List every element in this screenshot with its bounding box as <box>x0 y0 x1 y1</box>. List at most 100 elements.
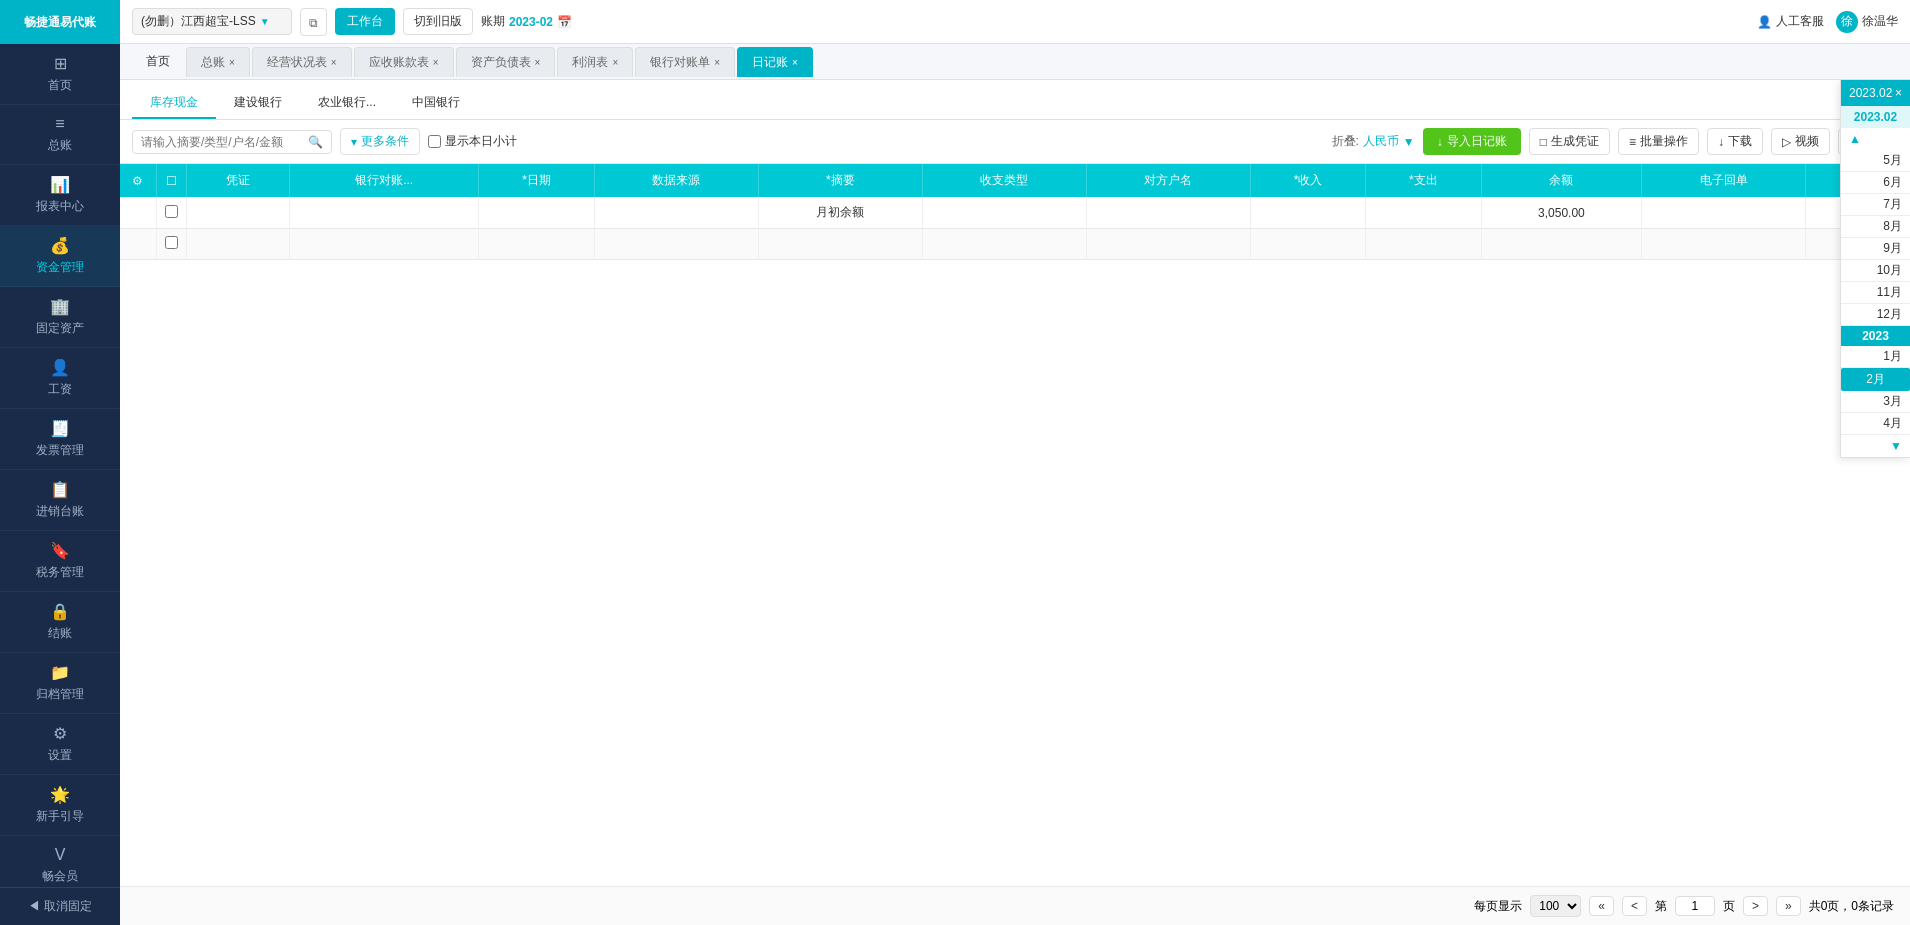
month-6[interactable]: 6月 <box>1841 172 1910 194</box>
sidebar-item-salary[interactable]: 👤工资 <box>0 348 120 409</box>
import-journal-button[interactable]: ↓ 导入日记账 <box>1423 128 1521 155</box>
next-page-button[interactable]: > <box>1743 896 1768 916</box>
fold-dropdown-icon: ▼ <box>1403 135 1415 149</box>
month-10[interactable]: 10月 <box>1841 260 1910 282</box>
show-day-input[interactable] <box>428 135 441 148</box>
sidebar-footer[interactable]: ◀ 取消固定 <box>0 887 120 925</box>
month-11[interactable]: 11月 <box>1841 282 1910 304</box>
col-voucher: 凭证 <box>186 164 289 197</box>
month-1[interactable]: 1月 <box>1841 346 1910 368</box>
subtab-china[interactable]: 中国银行 <box>394 88 478 119</box>
last-page-button[interactable]: » <box>1776 896 1801 916</box>
cell-summary <box>758 229 922 260</box>
show-day-checkbox[interactable]: 显示本日小计 <box>428 133 517 150</box>
table-row: 月初余额 3,050.00 <box>120 197 1910 229</box>
prev-page-button[interactable]: < <box>1622 896 1647 916</box>
tab-close-assets[interactable]: × <box>535 57 541 68</box>
period-panel-close[interactable]: × <box>1895 86 1902 100</box>
pagination: 每页显示 100 50 200 « < 第 页 > » 共0页，0条记录 <box>120 886 1910 925</box>
sidebar-item-home[interactable]: ⊞首页 <box>0 44 120 105</box>
filter-button[interactable]: ▾ 更多条件 <box>340 128 420 155</box>
sidebar-item-tax[interactable]: 🔖税务管理 <box>0 531 120 592</box>
tab-close-bank[interactable]: × <box>714 57 720 68</box>
cell-data-source <box>594 197 758 229</box>
month-12[interactable]: 12月 <box>1841 304 1910 326</box>
copy-button[interactable]: ⧉ <box>300 8 327 36</box>
col-checkbox[interactable]: ☐ <box>156 164 186 197</box>
sidebar-item-report[interactable]: 📊报表中心 <box>0 165 120 226</box>
tab-bank-reconcile[interactable]: 银行对账单 × <box>635 47 735 77</box>
row-checkbox[interactable] <box>165 205 178 218</box>
fixed-assets-icon: 🏢 <box>50 297 70 316</box>
tab-assets[interactable]: 资产负债表 × <box>456 47 556 77</box>
period-2023-label: 2023.02 <box>1841 106 1910 128</box>
sidebar-item-archive[interactable]: 📁归档管理 <box>0 653 120 714</box>
per-page-select[interactable]: 100 50 200 <box>1530 895 1581 917</box>
period-panel-header: 2023.02 × <box>1841 80 1910 106</box>
tab-journal[interactable]: 日记账 × <box>737 47 813 77</box>
page-total-label: 页 <box>1723 898 1735 915</box>
first-page-button[interactable]: « <box>1589 896 1614 916</box>
toolbar: 🔍 ▾ 更多条件 显示本日小计 折叠: 人民币 ▼ ↓ 导入日记账 <box>120 120 1910 164</box>
search-input-wrap[interactable]: 🔍 <box>132 130 332 154</box>
batch-icon: ≡ <box>1629 135 1636 149</box>
month-7[interactable]: 7月 <box>1841 194 1910 216</box>
col-settings[interactable]: ⚙ <box>120 164 156 197</box>
page-number-input[interactable] <box>1675 896 1715 916</box>
company-selector[interactable]: (勿删）江西超宝-LSS ▼ <box>132 8 292 35</box>
batch-op-button[interactable]: ≡ 批量操作 <box>1618 128 1699 155</box>
period-next-nav[interactable]: ▼ <box>1890 439 1902 453</box>
workbench-button[interactable]: 工作台 <box>335 8 395 35</box>
month-3[interactable]: 3月 <box>1841 391 1910 413</box>
download-button[interactable]: ↓ 下载 <box>1707 128 1763 155</box>
sidebar-label-invoice: 发票管理 <box>36 442 84 459</box>
col-summary: *摘要 <box>758 164 922 197</box>
tab-close-biz[interactable]: × <box>331 57 337 68</box>
sidebar-item-guide[interactable]: 🌟新手引导 <box>0 775 120 836</box>
search-icon[interactable]: 🔍 <box>308 135 323 149</box>
tab-close-journal[interactable]: × <box>792 57 798 68</box>
generate-voucher-button[interactable]: □ 生成凭证 <box>1529 128 1610 155</box>
search-input[interactable] <box>141 135 304 149</box>
sidebar-item-fixed-assets[interactable]: 🏢固定资产 <box>0 287 120 348</box>
tab-close-profit[interactable]: × <box>612 57 618 68</box>
tab-close-ledger[interactable]: × <box>229 57 235 68</box>
sidebar-item-ledger[interactable]: ≡总账 <box>0 105 120 165</box>
cell-checkbox[interactable] <box>156 197 186 229</box>
voucher-icon: □ <box>1540 135 1547 149</box>
month-8[interactable]: 8月 <box>1841 216 1910 238</box>
tab-home[interactable]: 首页 <box>132 47 184 76</box>
col-bank-reconcile: 银行对账... <box>289 164 478 197</box>
subtab-construction[interactable]: 建设银行 <box>216 88 300 119</box>
row-checkbox[interactable] <box>165 236 178 249</box>
month-2-active[interactable]: 2月 <box>1841 368 1910 391</box>
month-5[interactable]: 5月 <box>1841 150 1910 172</box>
sidebar-item-vip[interactable]: V畅会员 <box>0 836 120 887</box>
tab-receivable[interactable]: 应收账款表 × <box>354 47 454 77</box>
cell-settings <box>120 197 156 229</box>
tab-ledger[interactable]: 总账 × <box>186 47 250 77</box>
tab-profit[interactable]: 利润表 × <box>557 47 633 77</box>
customer-service[interactable]: 👤 人工客服 <box>1757 13 1824 30</box>
vip-icon: V <box>55 846 66 864</box>
sidebar-item-closing[interactable]: 🔒结账 <box>0 592 120 653</box>
month-4[interactable]: 4月 <box>1841 413 1910 435</box>
sidebar-item-capital[interactable]: 💰资金管理 <box>0 226 120 287</box>
month-9[interactable]: 9月 <box>1841 238 1910 260</box>
switch-old-button[interactable]: 切到旧版 <box>403 8 473 35</box>
tab-biz-status[interactable]: 经营状况表 × <box>252 47 352 77</box>
subtab-agriculture[interactable]: 农业银行... <box>300 88 394 119</box>
video-button[interactable]: ▷ 视频 <box>1771 128 1830 155</box>
user-menu[interactable]: 徐 徐温华 <box>1836 11 1898 33</box>
sidebar-item-invoice[interactable]: 🧾发票管理 <box>0 409 120 470</box>
sidebar-item-purchase-sales[interactable]: 📋进销台账 <box>0 470 120 531</box>
sidebar-item-settings[interactable]: ⚙设置 <box>0 714 120 775</box>
period-prev-nav[interactable]: ▲ <box>1849 132 1861 146</box>
settings-icon: ⚙ <box>53 724 67 743</box>
tab-close-receivable[interactable]: × <box>433 57 439 68</box>
subtab-cash[interactable]: 库存现金 <box>132 88 216 119</box>
col-income-type: 收支类型 <box>922 164 1086 197</box>
ledger-icon: ≡ <box>55 115 64 133</box>
period-edit-icon[interactable]: 📅 <box>557 15 572 29</box>
cell-checkbox[interactable] <box>156 229 186 260</box>
